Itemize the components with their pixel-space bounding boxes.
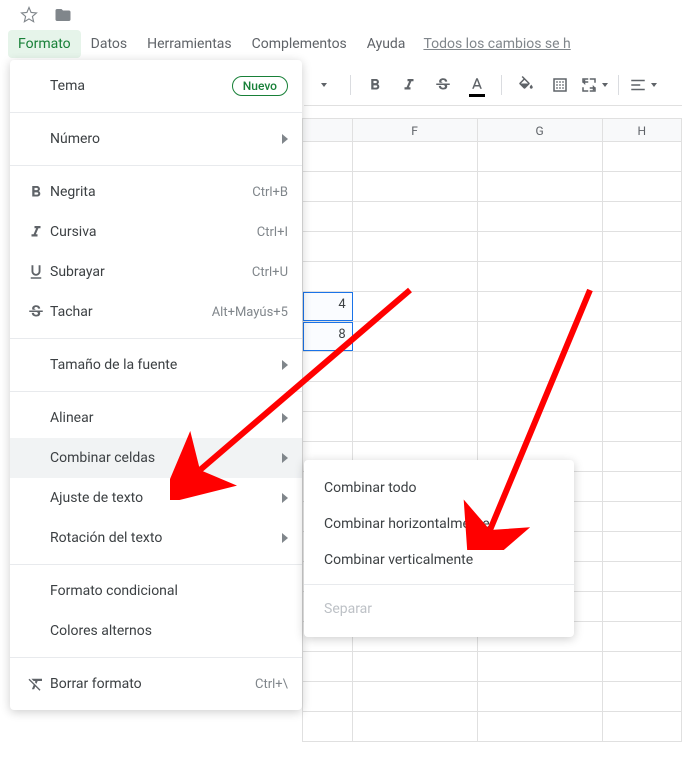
bold-button[interactable]	[361, 71, 389, 99]
folder-icon[interactable]	[54, 6, 72, 28]
menu-item-borrar[interactable]: Borrar formato Ctrl+\	[10, 664, 302, 704]
menubar: Formato Datos Herramientas Complementos …	[8, 30, 571, 58]
menu-formato[interactable]: Formato	[8, 30, 81, 58]
toolbar-separator	[350, 75, 351, 95]
cell-selected[interactable]: 4	[303, 292, 353, 321]
menu-datos[interactable]: Datos	[81, 30, 137, 58]
combinar-submenu: Combinar todo Combinar horizontalmente C…	[304, 460, 574, 637]
chevron-right-icon	[282, 134, 288, 144]
submenu-separar: Separar	[304, 591, 574, 627]
nuevo-badge: Nuevo	[232, 76, 288, 96]
menu-item-rotacion[interactable]: Rotación del texto	[10, 518, 302, 558]
cell-selected[interactable]: 8	[303, 322, 353, 351]
menu-item-tachar[interactable]: Tachar Alt+Mayús+5	[10, 292, 302, 332]
menu-ayuda[interactable]: Ayuda	[357, 30, 416, 58]
chevron-right-icon	[282, 453, 288, 463]
font-size-dropdown[interactable]	[304, 71, 340, 99]
align-button[interactable]	[629, 71, 657, 99]
underline-icon	[22, 263, 50, 281]
italic-icon	[22, 223, 50, 241]
menu-complementos[interactable]: Complementos	[242, 30, 357, 58]
saved-status[interactable]: Todos los cambios se h	[423, 36, 570, 52]
menu-item-ajuste[interactable]: Ajuste de texto	[10, 478, 302, 518]
col-header-g[interactable]: G	[478, 119, 603, 141]
menu-herramientas[interactable]: Herramientas	[137, 30, 242, 58]
spreadsheet[interactable]: F G H 4 8	[302, 118, 682, 742]
chevron-right-icon	[282, 533, 288, 543]
col-header-h[interactable]: H	[603, 119, 682, 141]
clear-format-icon	[22, 675, 50, 693]
menu-item-negrita[interactable]: Negrita Ctrl+B	[10, 172, 302, 212]
submenu-combinar-todo[interactable]: Combinar todo	[304, 470, 574, 506]
menu-item-combinar[interactable]: Combinar celdas	[10, 438, 302, 478]
text-color-button[interactable]	[463, 71, 491, 99]
submenu-combinar-horizontal[interactable]: Combinar horizontalmente	[304, 506, 574, 542]
col-header-f[interactable]: F	[353, 119, 478, 141]
menu-item-tema[interactable]: Tema Nuevo	[10, 66, 302, 106]
menu-item-numero[interactable]: Número	[10, 119, 302, 159]
menu-item-condicional[interactable]: Formato condicional	[10, 571, 302, 611]
submenu-combinar-vertical[interactable]: Combinar verticalmente	[304, 542, 574, 578]
menu-item-cursiva[interactable]: Cursiva Ctrl+I	[10, 212, 302, 252]
strikethrough-button[interactable]	[429, 71, 457, 99]
star-icon[interactable]	[20, 6, 38, 28]
italic-button[interactable]	[395, 71, 423, 99]
chevron-right-icon	[282, 360, 288, 370]
toolbar-separator	[618, 75, 619, 95]
strikethrough-icon	[22, 303, 50, 321]
chevron-right-icon	[282, 413, 288, 423]
fill-color-button[interactable]	[512, 71, 540, 99]
toolbar-separator	[501, 75, 502, 95]
borders-button[interactable]	[546, 71, 574, 99]
merge-button[interactable]	[580, 71, 608, 99]
chevron-right-icon	[282, 493, 288, 503]
format-dropdown: Tema Nuevo Número Negrita Ctrl+B Cursiva…	[10, 60, 302, 710]
menu-item-colores[interactable]: Colores alternos	[10, 611, 302, 651]
menu-item-tamano[interactable]: Tamaño de la fuente	[10, 345, 302, 385]
corner-header[interactable]	[303, 119, 353, 141]
menu-item-subrayar[interactable]: Subrayar Ctrl+U	[10, 252, 302, 292]
toolbar	[304, 70, 682, 106]
menu-item-alinear[interactable]: Alinear	[10, 398, 302, 438]
bold-icon	[22, 183, 50, 201]
